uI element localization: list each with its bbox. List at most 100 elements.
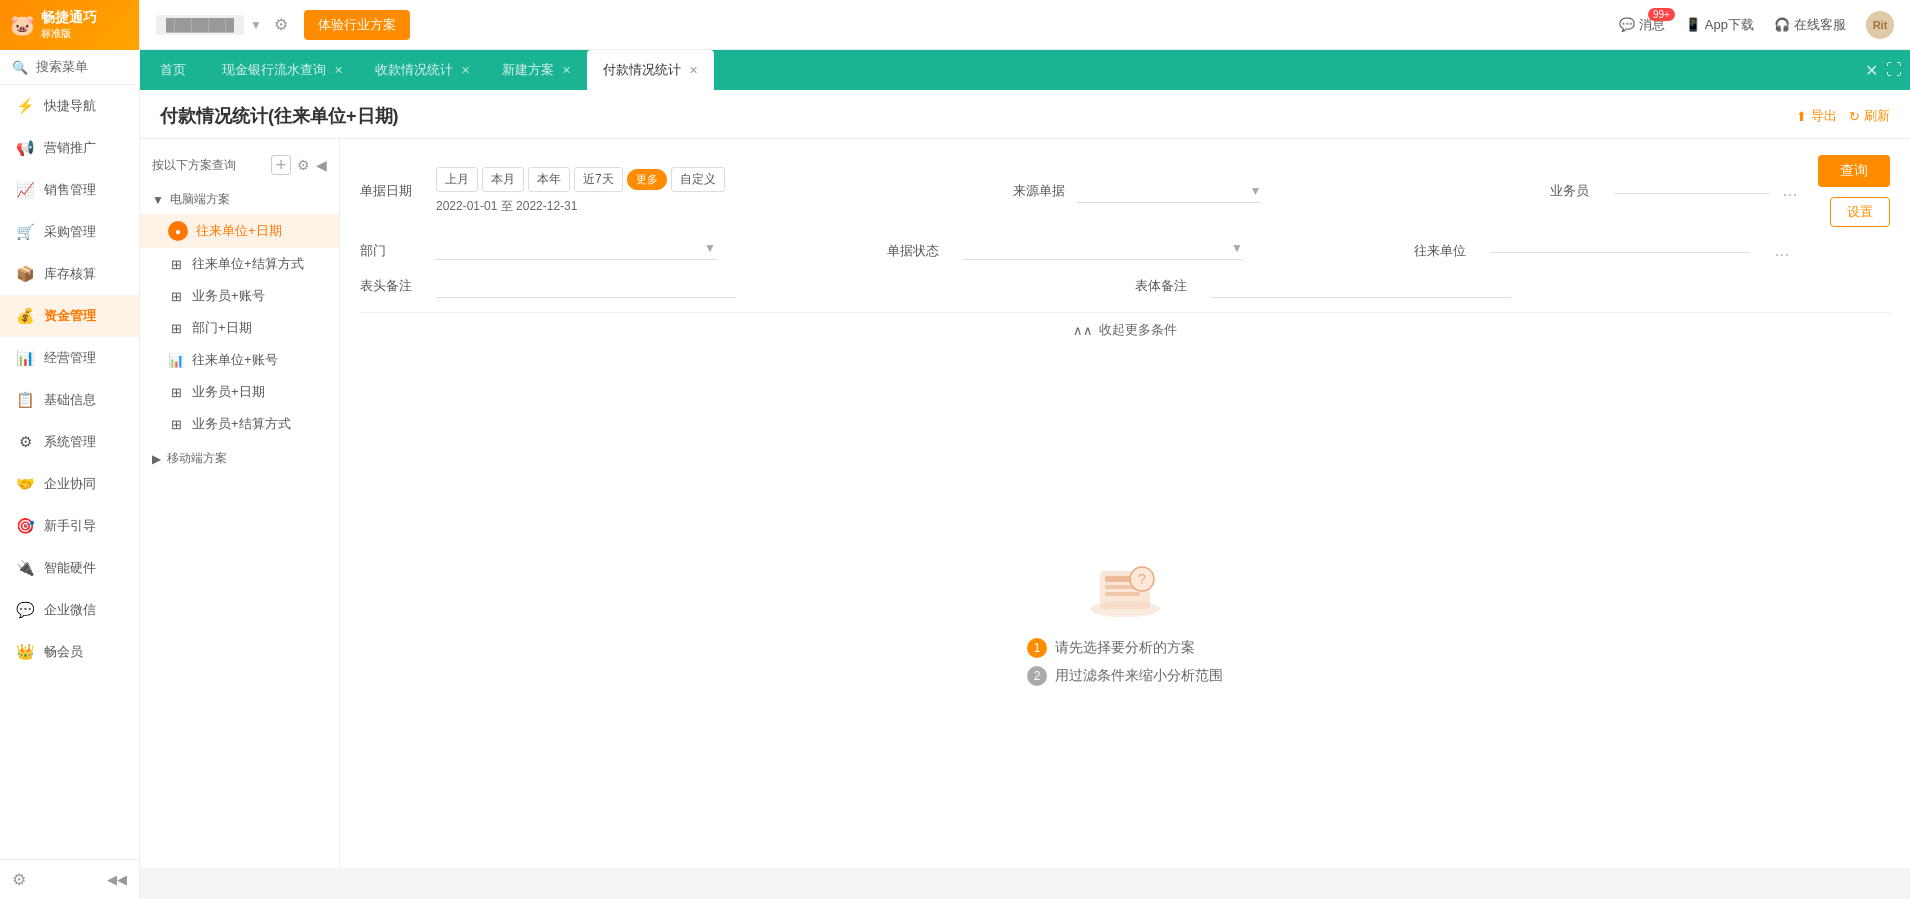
svg-text:?: ? <box>1138 571 1146 587</box>
service-label: 在线客服 <box>1794 16 1846 34</box>
scheme-dept-date[interactable]: ⊞ 部门+日期 <box>140 312 339 344</box>
sidebar-item-guide[interactable]: 🎯 新手引导 <box>0 505 139 547</box>
sidebar-item-marketing[interactable]: 📢 营销推广 <box>0 127 139 169</box>
sidebar-item-label: 采购管理 <box>44 223 96 241</box>
date-label: 单据日期 <box>360 182 416 200</box>
content-layout: 按以下方案查询 + ⚙ ◀ ▼ 电脑端方案 ● 往来单位+日期 <box>140 139 1910 868</box>
message-icon: 💬 <box>1619 17 1635 32</box>
tab-new-scheme[interactable]: 新建方案 ✕ <box>486 50 587 90</box>
mobile-group-label: 移动端方案 <box>167 450 227 467</box>
right-panel: 单据日期 上月 本月 本年 近7天 更多 自定义 2022-01-01 至 20… <box>340 139 1910 868</box>
tab-home[interactable]: 首页 <box>140 50 206 90</box>
sidebar-item-hardware[interactable]: 🔌 智能硬件 <box>0 547 139 589</box>
close-all-icon[interactable]: ✕ <box>1865 61 1878 80</box>
sidebar-item-inventory[interactable]: 📦 库存核算 <box>0 253 139 295</box>
collapse-label: 收起更多条件 <box>1099 321 1177 339</box>
sidebar-item-member[interactable]: 👑 畅会员 <box>0 631 139 673</box>
dept-select[interactable]: ▼ <box>436 241 716 260</box>
sidebar-item-system[interactable]: ⚙ 系统管理 <box>0 421 139 463</box>
trial-btn[interactable]: 体验行业方案 <box>304 10 410 40</box>
scheme-unit-account[interactable]: 📊 往来单位+账号 <box>140 344 339 376</box>
user-avatar[interactable]: Rit <box>1866 11 1894 39</box>
salesman-dots-icon[interactable]: … <box>1782 182 1798 200</box>
date-more-btn[interactable]: 更多 <box>627 169 667 190</box>
left-panel: 按以下方案查询 + ⚙ ◀ ▼ 电脑端方案 ● 往来单位+日期 <box>140 139 340 868</box>
tab-payment[interactable]: 付款情况统计 ✕ <box>587 50 714 90</box>
date-this-month-btn[interactable]: 本月 <box>482 167 524 192</box>
empty-illustration: ? <box>1075 546 1175 626</box>
scheme-table-icon4: ⊞ <box>168 384 184 400</box>
refresh-btn[interactable]: ↻ 刷新 <box>1849 107 1890 125</box>
tab-payment-close-icon[interactable]: ✕ <box>689 64 698 77</box>
partner-dots-icon[interactable]: … <box>1774 242 1790 260</box>
dept-label: 部门 <box>360 242 416 260</box>
sidebar-item-basic-info[interactable]: 📋 基础信息 <box>0 379 139 421</box>
sidebar-item-wechat[interactable]: 💬 企业微信 <box>0 589 139 631</box>
message-btn[interactable]: 💬 消息 99+ <box>1619 16 1665 34</box>
marketing-icon: 📢 <box>16 139 34 157</box>
scheme-salesman-date[interactable]: ⊞ 业务员+日期 <box>140 376 339 408</box>
settings-btn[interactable]: 设置 <box>1830 197 1890 227</box>
sidebar-item-finance[interactable]: 💰 资金管理 <box>0 295 139 337</box>
operations-icon: 📊 <box>16 349 34 367</box>
body-note-input[interactable] <box>1211 274 1511 298</box>
bottom-settings-icon[interactable]: ⚙ <box>12 870 26 889</box>
date-custom-btn[interactable]: 自定义 <box>671 167 725 192</box>
sidebar-item-purchase[interactable]: 🛒 采购管理 <box>0 211 139 253</box>
tab-new-scheme-close-icon[interactable]: ✕ <box>562 64 571 77</box>
filter-row-2: 部门 ▼ 单据状态 ▼ 往来单位 … <box>360 241 1890 260</box>
header-note-input[interactable] <box>436 274 736 298</box>
doc-status-select[interactable]: ▼ <box>963 241 1243 260</box>
date-last-month-btn[interactable]: 上月 <box>436 167 478 192</box>
tab-collection-close-icon[interactable]: ✕ <box>461 64 470 77</box>
page-header-actions: ⬆ 导出 ↻ 刷新 <box>1796 107 1890 125</box>
app-download-btn[interactable]: 📱 App下载 <box>1685 16 1754 34</box>
sidebar-item-operations[interactable]: 📊 经营管理 <box>0 337 139 379</box>
sidebar-item-enterprise[interactable]: 🤝 企业协同 <box>0 463 139 505</box>
sidebar-item-quick-nav[interactable]: ⚡ 快捷导航 <box>0 85 139 127</box>
scheme-label: 部门+日期 <box>192 319 252 337</box>
salesman-filter-group: 业务员 … <box>1550 182 1798 200</box>
collapse-filter-btn[interactable]: ∧∧ 收起更多条件 <box>360 312 1890 347</box>
date-7days-btn[interactable]: 近7天 <box>574 167 623 192</box>
tab-collection[interactable]: 收款情况统计 ✕ <box>359 50 486 90</box>
company-selector[interactable]: ████████ ▼ <box>156 15 262 35</box>
sidebar-item-label: 新手引导 <box>44 517 96 535</box>
empty-tip-1: 1 请先选择要分析的方案 <box>1027 638 1223 658</box>
fullscreen-icon[interactable]: ⛶ <box>1886 61 1902 79</box>
export-btn[interactable]: ⬆ 导出 <box>1796 107 1837 125</box>
wechat-icon: 💬 <box>16 601 34 619</box>
pc-group-title[interactable]: ▼ 电脑端方案 <box>140 185 339 214</box>
scheme-unit-date[interactable]: ● 往来单位+日期 <box>140 214 339 248</box>
quick-nav-icon: ⚡ <box>16 97 34 115</box>
search-menu[interactable]: 🔍 搜索菜单 <box>0 50 139 85</box>
logo-icon: 🐷 <box>10 13 35 37</box>
sales-icon: 📈 <box>16 181 34 199</box>
company-value: ████████ <box>156 15 244 35</box>
query-btn[interactable]: 查询 <box>1818 155 1890 187</box>
scheme-unit-settlement[interactable]: ⊞ 往来单位+结算方式 <box>140 248 339 280</box>
add-scheme-icon[interactable]: + <box>271 155 291 175</box>
active-scheme-icon: ● <box>168 221 188 241</box>
scheme-salesman-account[interactable]: ⊞ 业务员+账号 <box>140 280 339 312</box>
tab-bank-close-icon[interactable]: ✕ <box>334 64 343 77</box>
scheme-settings-icon[interactable]: ⚙ <box>297 157 310 173</box>
pc-scheme-group: ▼ 电脑端方案 ● 往来单位+日期 ⊞ 往来单位+结算方式 ⊞ 业务员+账号 <box>140 185 339 440</box>
salesman-label: 业务员 <box>1550 182 1606 200</box>
service-btn[interactable]: 🎧 在线客服 <box>1774 16 1846 34</box>
sidebar-item-label: 企业微信 <box>44 601 96 619</box>
logo-subtitle: 标准版 <box>41 27 97 41</box>
sidebar-item-sales[interactable]: 📈 销售管理 <box>0 169 139 211</box>
tab-bank[interactable]: 现金银行流水查询 ✕ <box>206 50 359 90</box>
purchase-icon: 🛒 <box>16 223 34 241</box>
collapse-up-icon: ∧∧ <box>1073 323 1093 338</box>
date-this-year-btn[interactable]: 本年 <box>528 167 570 192</box>
bottom-collapse-icon[interactable]: ◀◀ <box>107 872 127 887</box>
topbar-gear-icon[interactable]: ⚙ <box>274 15 288 34</box>
mobile-group-title[interactable]: ▶ 移动端方案 <box>140 444 339 473</box>
panel-collapse-icon[interactable]: ◀ <box>316 157 327 173</box>
source-select[interactable]: ▼ <box>1077 180 1261 203</box>
sidebar-logo: 🐷 畅捷通巧 标准版 <box>0 0 139 50</box>
scheme-salesman-settlement[interactable]: ⊞ 业务员+结算方式 <box>140 408 339 440</box>
tab-payment-label: 付款情况统计 <box>603 61 681 79</box>
